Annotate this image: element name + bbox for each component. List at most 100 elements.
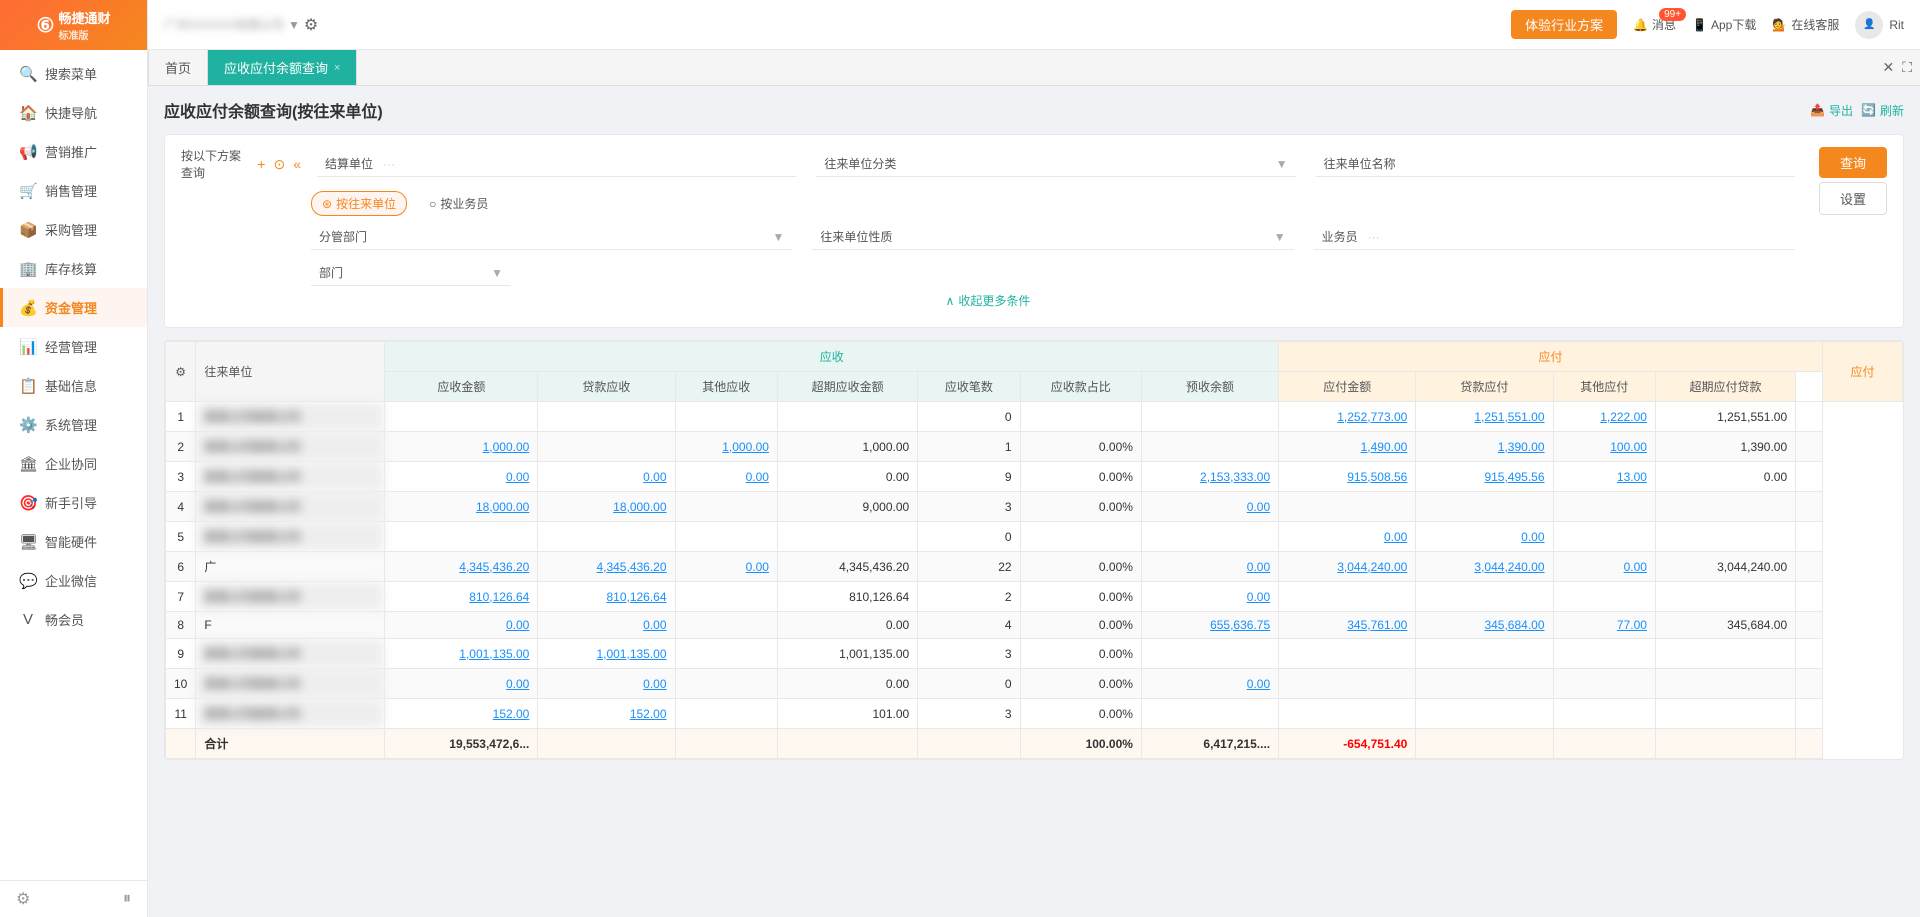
sidebar-item-sales[interactable]: 🛒 销售管理 xyxy=(0,171,147,210)
table-row[interactable]: 3某某公司某某公司0.000.000.000.0090.00%2,153,333… xyxy=(166,462,1903,492)
col-other-receivable-header: 其他应收 xyxy=(675,372,777,402)
tab-query[interactable]: 应收应付余额查询 × xyxy=(208,50,357,85)
partner-name-input[interactable] xyxy=(1402,157,1787,171)
sidebar-item-label: 畅会员 xyxy=(45,610,84,629)
sidebar-item-vip[interactable]: V 畅会员 xyxy=(0,600,147,639)
partner-nature-arrow[interactable]: ▼ xyxy=(1274,230,1286,244)
sidebar-item-inventory[interactable]: 🏢 库存核算 xyxy=(0,249,147,288)
sidebar-item-marketing[interactable]: 📢 营销推广 xyxy=(0,132,147,171)
username[interactable]: Rit xyxy=(1889,18,1904,32)
radio-active-icon: ⊛ xyxy=(322,197,332,211)
refresh-button[interactable]: 🔄 刷新 xyxy=(1861,102,1904,119)
table-row[interactable]: 9某某公司某某公司1,001,135.001,001,135.001,001,1… xyxy=(166,639,1903,669)
export-icon: 📤 xyxy=(1810,103,1825,117)
breadcrumb-company: 广州XXXXXX有限公司 xyxy=(164,16,284,33)
settings-button[interactable]: 设置 xyxy=(1819,182,1887,215)
footer-empty xyxy=(166,729,196,759)
filter-fields: 按以下方案查询 + ⊙ « 结算单位 ··· 往来 xyxy=(181,147,1795,315)
filter-option-by-salesman[interactable]: ○ 按业务员 xyxy=(419,192,498,215)
table-row[interactable]: 6广4,345,436.204,345,436.200.004,345,436.… xyxy=(166,552,1903,582)
tab-query-label: 应收应付余额查询 xyxy=(224,58,328,77)
col-payable-loan-header: 贷款应付 xyxy=(1416,372,1553,402)
table-row[interactable]: 11某某公司某某公司152.00152.00101.0030.00% xyxy=(166,699,1903,729)
footer-label: 合计 xyxy=(196,729,385,759)
dept-manager-label: 分管部门 xyxy=(319,228,367,245)
sidebar-item-guide[interactable]: 🎯 新手引导 xyxy=(0,483,147,522)
sidebar-item-quicknav[interactable]: 🏠 快捷导航 xyxy=(0,93,147,132)
salesman-label: 业务员 xyxy=(1322,228,1358,245)
finance-icon: 💰 xyxy=(19,299,37,317)
settings-footer-icon[interactable]: ⚙ xyxy=(16,889,30,909)
sidebar-item-purchase[interactable]: 📦 采购管理 xyxy=(0,210,147,249)
table-row[interactable]: 5某某公司某某公司00.000.00 xyxy=(166,522,1903,552)
filter-settings-icon[interactable]: ⊙ xyxy=(273,156,285,173)
info-icon: 📋 xyxy=(19,377,37,395)
sidebar-item-search[interactable]: 🔍 搜索菜单 xyxy=(0,54,147,93)
filter-option-by-partner[interactable]: ⊛ 按往来单位 xyxy=(311,191,407,216)
tab-home[interactable]: 首页 xyxy=(148,50,208,85)
query-button[interactable]: 查询 xyxy=(1819,147,1887,178)
service-icon: 💁 xyxy=(1772,18,1787,32)
sidebar-item-wechat[interactable]: 💬 企业微信 xyxy=(0,561,147,600)
sidebar-navigation: 🔍 搜索菜单 🏠 快捷导航 📢 营销推广 🛒 销售管理 📦 采购管理 🏢 库存核… xyxy=(0,50,147,880)
table-row[interactable]: 8F0.000.000.0040.00%655,636.75345,761.00… xyxy=(166,612,1903,639)
col-receivable-amount-header: 应收金额 xyxy=(385,372,538,402)
col-payable-amount-header: 应付金额 xyxy=(1279,372,1416,402)
table-scroll[interactable]: ⚙ 往来单位 应收 应付 应付 应收金额 贷款应收 其他应收 超期应收金额 应收… xyxy=(165,341,1903,759)
table-row[interactable]: 10某某公司某某公司0.000.000.0000.00%0.00 xyxy=(166,669,1903,699)
tab-close-window-icon[interactable]: ✕ xyxy=(1882,59,1894,76)
sidebar-item-label: 经营管理 xyxy=(45,337,97,356)
table-row[interactable]: 7某某公司某某公司810,126.64810,126.64810,126.642… xyxy=(166,582,1903,612)
message-badge: 99+ xyxy=(1659,8,1686,21)
header-gear-icon[interactable]: ⚙ xyxy=(304,15,318,35)
sidebar-item-basic[interactable]: 📋 基础信息 xyxy=(0,366,147,405)
table-row[interactable]: 4某某公司某某公司18,000.0018,000.009,000.0030.00… xyxy=(166,492,1903,522)
col-receivable-loan-header: 贷款应收 xyxy=(538,372,675,402)
sidebar-item-label: 系统管理 xyxy=(45,415,97,434)
customer-service-button[interactable]: 💁 在线客服 xyxy=(1772,16,1839,33)
main-content: 应收应付余额查询(按往来单位) 📤 导出 🔄 刷新 按 xyxy=(148,86,1920,917)
sidebar-item-label: 企业微信 xyxy=(45,571,97,590)
sidebar-item-label: 智能硬件 xyxy=(45,532,97,551)
data-table-container: ⚙ 往来单位 应收 应付 应付 应收金额 贷款应收 其他应收 超期应收金额 应收… xyxy=(164,340,1904,760)
app-download-button[interactable]: 📱 App下载 xyxy=(1692,16,1756,33)
col-receivable-ratio-header: 应收款占比 xyxy=(1020,372,1141,402)
tab-maximize-icon[interactable]: ⛶ xyxy=(1902,59,1912,76)
export-button[interactable]: 📤 导出 xyxy=(1810,102,1853,119)
sidebar-item-label: 快捷导航 xyxy=(45,103,97,122)
sidebar-item-enterprise[interactable]: 🏛 企业协同 xyxy=(0,444,147,483)
sidebar-item-hardware[interactable]: 🖥 智能硬件 xyxy=(0,522,147,561)
dept-arrow[interactable]: ▼ xyxy=(491,266,503,280)
add-filter-icon[interactable]: + xyxy=(257,156,265,172)
filter-collapse-icon[interactable]: « xyxy=(293,156,301,172)
collapse-more-button[interactable]: ∧ 收起更多条件 xyxy=(181,286,1795,315)
promo-button[interactable]: 体验行业方案 xyxy=(1511,10,1617,39)
sidebar-item-label: 资金管理 xyxy=(45,298,97,317)
filter-panel: 按以下方案查询 + ⊙ « 结算单位 ··· 往来 xyxy=(164,134,1904,328)
app-icon: 📱 xyxy=(1692,18,1707,32)
sidebar-item-system[interactable]: ⚙️ 系统管理 xyxy=(0,405,147,444)
chevron-up-icon: ∧ xyxy=(946,294,955,308)
filter-row-4: 部门 ▼ xyxy=(181,260,1795,286)
home-icon: 🏠 xyxy=(19,104,37,122)
search-icon: 🔍 xyxy=(19,65,37,83)
avatar[interactable]: 👤 xyxy=(1855,11,1883,39)
col-receivable-group-header: 应收 xyxy=(385,342,1279,372)
filter-main-row: 按以下方案查询 + ⊙ « 结算单位 ··· 往来 xyxy=(181,147,1887,315)
radio-icon: ○ xyxy=(429,197,436,211)
service-label: 在线客服 xyxy=(1791,16,1839,33)
partner-category-arrow[interactable]: ▼ xyxy=(1276,157,1288,171)
sidebar-item-label: 基础信息 xyxy=(45,376,97,395)
message-button[interactable]: 🔔 消息 99+ xyxy=(1633,16,1676,33)
sidebar-item-business[interactable]: 📊 经营管理 xyxy=(0,327,147,366)
table-row[interactable]: 2某某公司某某公司1,000.001,000.001,000.0010.00%1… xyxy=(166,432,1903,462)
col-settings-header[interactable]: ⚙ xyxy=(166,342,196,402)
dept-manager-arrow[interactable]: ▼ xyxy=(772,230,784,244)
filter-row-3: 分管部门 ▼ 往来单位性质 ▼ 业务员 ·· xyxy=(181,224,1795,250)
tab-close-icon[interactable]: × xyxy=(334,62,340,74)
sidebar-item-label: 库存核算 xyxy=(45,259,97,278)
col-other-payable-header: 其他应付 xyxy=(1553,372,1655,402)
table-row[interactable]: 1某某公司某某公司01,252,773.001,251,551.001,222.… xyxy=(166,402,1903,432)
sidebar-item-finance[interactable]: 💰 资金管理 xyxy=(0,288,147,327)
collapse-sidebar-icon[interactable]: ⏸ xyxy=(123,890,131,908)
